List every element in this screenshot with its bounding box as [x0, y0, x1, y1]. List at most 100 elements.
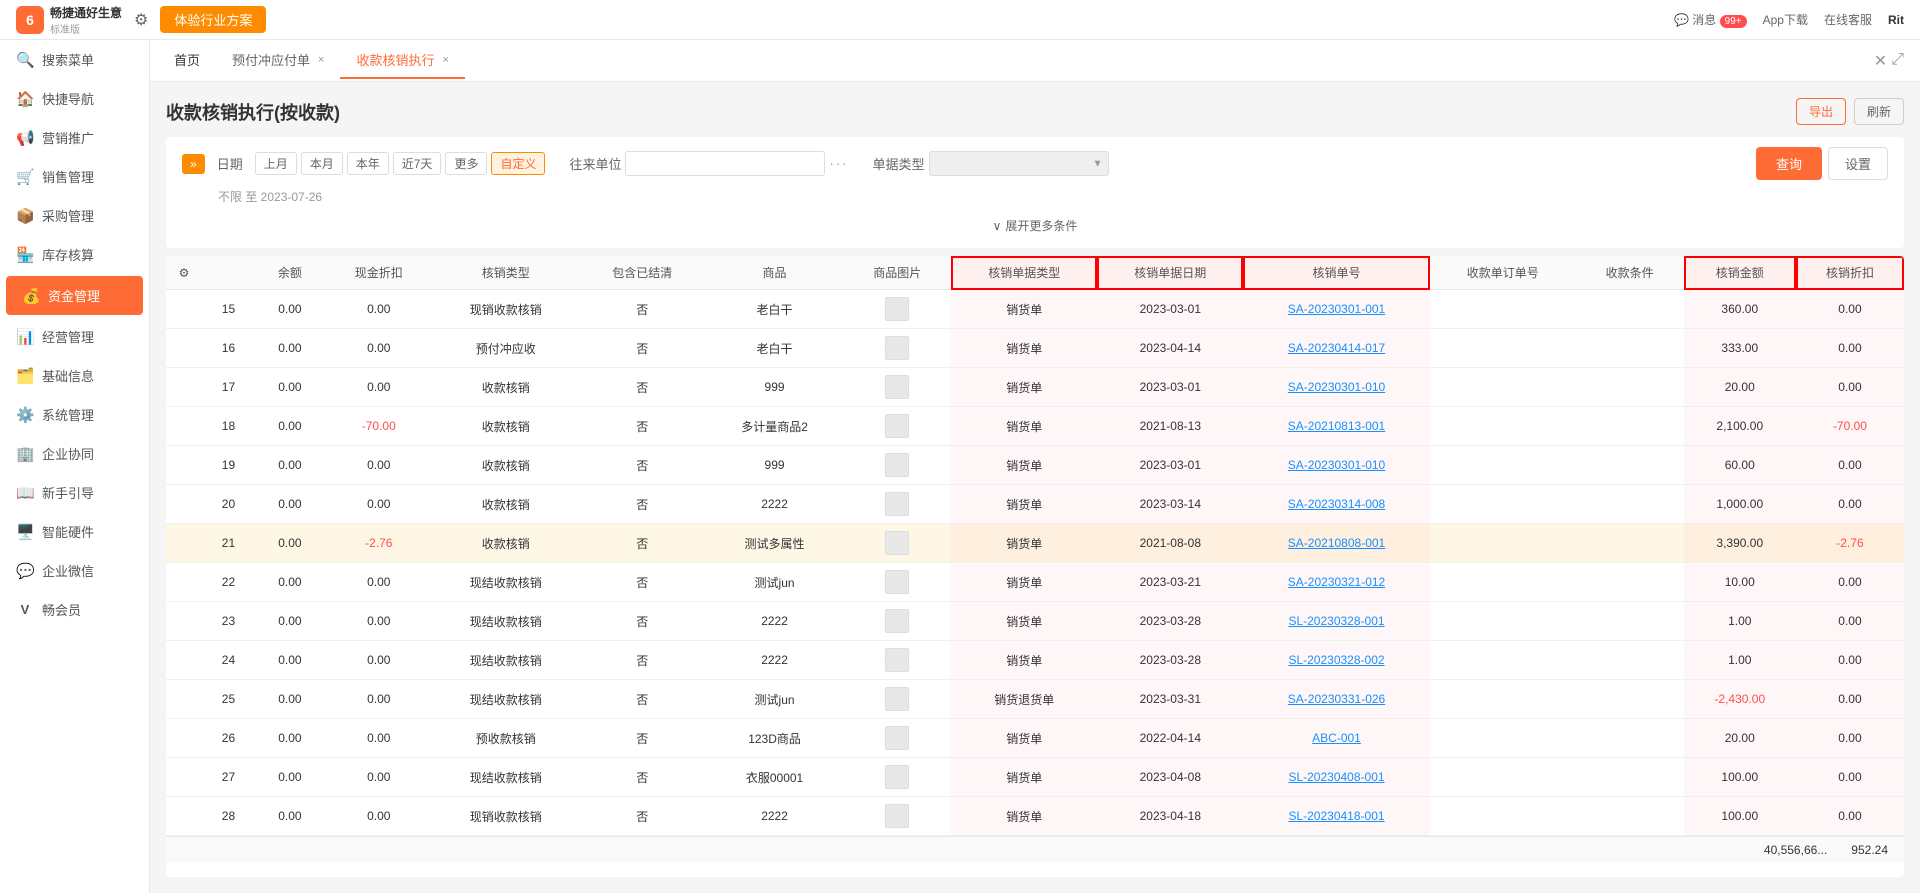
date-range-text: 不限 至 2023-07-26	[218, 188, 322, 205]
td-product: 多计量商品2	[706, 407, 844, 446]
date-btn-this-year[interactable]: 本年	[347, 152, 389, 175]
export-button[interactable]: 导出	[1796, 98, 1846, 125]
td-seq: 20	[202, 485, 255, 524]
tab-home-label: 首页	[174, 50, 200, 69]
td-verify-date: 2023-04-14	[1097, 329, 1243, 368]
tab-bar: 首页 预付冲应付单 × 收款核销执行 × ✕ ⤢	[150, 40, 1920, 82]
td-verify-voucher-type: 销货单	[951, 758, 1097, 797]
td-included-settled: 否	[579, 758, 706, 797]
industry-solution-button[interactable]: 体验行业方案	[160, 6, 266, 33]
td-product: 999	[706, 368, 844, 407]
td-product-image	[843, 758, 951, 797]
logo-text: 畅捷通好生意 标准版	[50, 4, 122, 36]
td-receipt-order	[1430, 641, 1576, 680]
sidebar-item-quicknav[interactable]: 🏠 快捷导航	[0, 79, 149, 118]
tab-prepay-close[interactable]: ×	[318, 54, 324, 66]
tab-home[interactable]: 首页	[158, 42, 216, 79]
td-verify-type: 现结收款核销	[433, 641, 579, 680]
message-item[interactable]: 💬 消息 99+	[1674, 11, 1747, 28]
sidebar-item-sales[interactable]: 🛒 销售管理	[0, 157, 149, 196]
td-product: 老白干	[706, 329, 844, 368]
tab-prepay[interactable]: 预付冲应付单 ×	[216, 42, 340, 79]
partner-input[interactable]	[625, 151, 825, 176]
sidebar-item-wechat[interactable]: 💬 企业微信	[0, 551, 149, 590]
app-download-link[interactable]: App下载	[1763, 11, 1808, 28]
page-title: 收款核销执行(按收款)	[166, 99, 340, 125]
th-balance: 余额	[255, 256, 325, 290]
sidebar-item-corp[interactable]: 🏢 企业协同	[0, 434, 149, 473]
date-btn-7days[interactable]: 近7天	[393, 152, 442, 175]
date-btn-this-month[interactable]: 本月	[301, 152, 343, 175]
sidebar-item-operation[interactable]: 📊 经营管理	[0, 317, 149, 356]
td-included-settled: 否	[579, 680, 706, 719]
sidebar-item-marketing[interactable]: 📢 营销推广	[0, 118, 149, 157]
table-row: 16 0.00 0.00 预付冲应收 否 老白干 销货单 2023-04-14 …	[166, 329, 1904, 368]
sidebar-item-hardware[interactable]: 🖥️ 智能硬件	[0, 512, 149, 551]
td-product: 老白干	[706, 290, 844, 329]
sidebar-item-inventory[interactable]: 🏪 库存核算	[0, 235, 149, 274]
td-verify-date: 2021-08-13	[1097, 407, 1243, 446]
td-seq: 23	[202, 602, 255, 641]
td-receipt-order	[1430, 758, 1576, 797]
td-receipt-order	[1430, 485, 1576, 524]
query-actions: 查询 设置	[1756, 147, 1888, 180]
close-window-icon[interactable]: ✕	[1874, 51, 1887, 71]
sidebar-item-guide[interactable]: 📖 新手引导	[0, 473, 149, 512]
filter-expand-icon[interactable]: »	[182, 154, 205, 174]
page-title-actions: 导出 刷新	[1796, 98, 1904, 125]
sidebar-item-system[interactable]: ⚙️ 系统管理	[0, 395, 149, 434]
date-btn-more[interactable]: 更多	[445, 152, 487, 175]
settings-button[interactable]: 设置	[1828, 147, 1888, 180]
td-settings	[166, 797, 202, 836]
expand-more-button[interactable]: ∨ 展开更多条件	[182, 213, 1888, 238]
td-receipt-order	[1430, 407, 1576, 446]
td-product: 2222	[706, 602, 844, 641]
voucher-type-select[interactable]	[929, 151, 1109, 176]
td-verify-number: SA-20230301-001	[1243, 290, 1429, 329]
tab-collection[interactable]: 收款核销执行 ×	[340, 42, 464, 79]
table-row: 17 0.00 0.00 收款核销 否 999 销货单 2023-03-01 S…	[166, 368, 1904, 407]
td-verify-amount: 1.00	[1684, 602, 1796, 641]
td-verify-voucher-type: 销货退货单	[951, 680, 1097, 719]
sidebar-label-hardware: 智能硬件	[42, 522, 94, 541]
date-btn-custom[interactable]: 自定义	[491, 152, 545, 175]
sidebar-item-basic[interactable]: 🗂️ 基础信息	[0, 356, 149, 395]
table-row: 18 0.00 -70.00 收款核销 否 多计量商品2 销货单 2021-08…	[166, 407, 1904, 446]
refresh-button[interactable]: 刷新	[1854, 98, 1904, 125]
td-settings	[166, 329, 202, 368]
sidebar-label-purchase: 采购管理	[42, 206, 94, 225]
date-btn-last-month[interactable]: 上月	[255, 152, 297, 175]
td-verify-amount: 100.00	[1684, 758, 1796, 797]
online-service-link[interactable]: 在线客服	[1824, 11, 1872, 28]
td-cash-discount: 0.00	[325, 680, 433, 719]
footer-amount-value: 40,556,66...	[1764, 843, 1827, 857]
td-verify-voucher-type: 销货单	[951, 329, 1097, 368]
tab-collection-close[interactable]: ×	[442, 54, 448, 66]
sidebar-item-search[interactable]: 🔍 搜索菜单	[0, 40, 149, 79]
td-receipt-order	[1430, 563, 1576, 602]
maximize-icon[interactable]: ⤢	[1891, 51, 1904, 71]
td-receipt-order	[1430, 719, 1576, 758]
sidebar-label-finance: 资金管理	[48, 286, 100, 305]
td-verify-type: 现销收款核销	[433, 290, 579, 329]
td-seq: 18	[202, 407, 255, 446]
td-product-image	[843, 446, 951, 485]
gear-button[interactable]: ⚙	[134, 10, 148, 30]
sidebar-item-finance[interactable]: 💰 资金管理	[6, 276, 143, 315]
search-icon: 🔍	[16, 51, 34, 69]
table-row: 26 0.00 0.00 预收款核销 否 123D商品 销货单 2022-04-…	[166, 719, 1904, 758]
td-settings	[166, 290, 202, 329]
td-verify-number: SL-20230328-002	[1243, 641, 1429, 680]
td-balance: 0.00	[255, 368, 325, 407]
table-row: 19 0.00 0.00 收款核销 否 999 销货单 2023-03-01 S…	[166, 446, 1904, 485]
query-button[interactable]: 查询	[1756, 147, 1822, 180]
td-included-settled: 否	[579, 797, 706, 836]
sidebar-item-member[interactable]: V 畅会员	[0, 590, 149, 629]
th-settings[interactable]: ⚙	[166, 256, 202, 290]
operation-icon: 📊	[16, 328, 34, 346]
td-cash-discount: 0.00	[325, 368, 433, 407]
td-verify-voucher-type: 销货单	[951, 290, 1097, 329]
expand-label: 展开更多条件	[1005, 217, 1077, 234]
sidebar-item-purchase[interactable]: 📦 采购管理	[0, 196, 149, 235]
td-settings	[166, 524, 202, 563]
